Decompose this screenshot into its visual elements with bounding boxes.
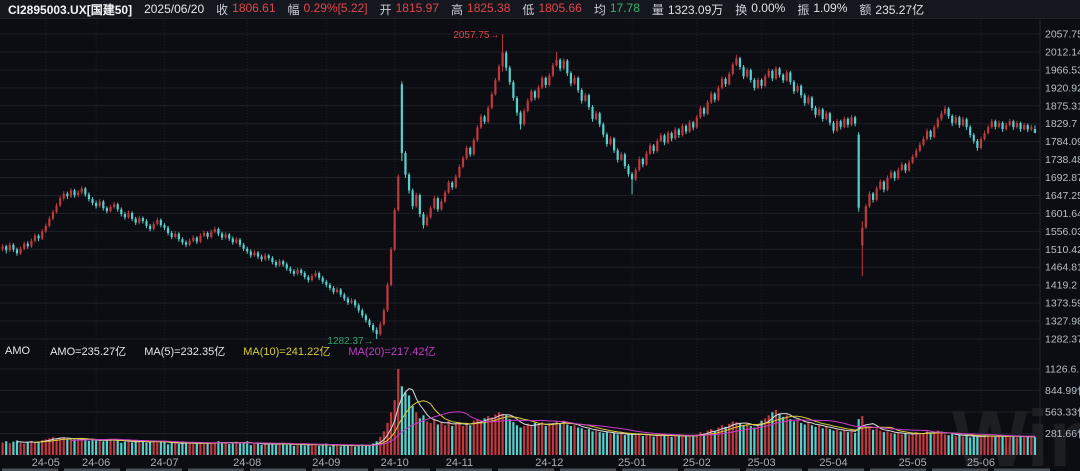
quote-field-amount: 额 235.27亿 [859,2,925,17]
candlestick-chart[interactable]: Wind2057.752012.141966.531920.921875.311… [0,0,1080,471]
svg-text:1875.31: 1875.31 [1045,100,1080,112]
svg-text:563.33亿: 563.33亿 [1045,406,1080,419]
x-axis-month-label: 24-05 [32,457,60,469]
quote-field-open: 开 1815.97 [379,0,440,17]
gridlines [0,20,1041,455]
quote-field-change: 幅 0.29%[5.22] [287,0,368,17]
axis-labels: 2057.75 2012.14 1966.53 1920.92 1875.31 1829.… [32,29,1080,470]
x-axis-month-label: 24-08 [233,457,261,469]
quote-field-turnover-rate: 换 0.00% [735,0,786,17]
volume-indicator-name[interactable]: AMO [5,345,30,357]
amo-ma20-value: MA(20)=217.42亿 [348,346,436,358]
svg-text:1126.6...: 1126.6... [1045,364,1080,376]
svg-text:1647.25: 1647.25 [1045,190,1080,202]
x-axis-month-label: 25-01 [618,457,646,469]
quote-topbar: CI2895003.UX[国建50] 2025/06/20 收 1806.61 幅… [0,0,1080,19]
quote-field-high: 高 1825.38 [451,0,511,17]
candles [1,34,1037,339]
x-axis-month-label: 25-06 [967,457,995,469]
svg-text:1829.7: 1829.7 [1045,118,1077,130]
svg-text:1464.81: 1464.81 [1045,262,1080,274]
x-axis-month-label: 24-07 [150,457,178,469]
quote-field-average: 均 17.78 [593,0,640,17]
instrument-symbol[interactable]: CI2895003.UX[国建50] [8,1,132,18]
svg-text:1692.87: 1692.87 [1045,172,1080,184]
svg-text:1373.59: 1373.59 [1045,298,1080,310]
amo-ma5-value: MA(5)=232.35亿 [144,346,226,358]
svg-text:1738.48: 1738.48 [1045,154,1080,166]
svg-text:1784.09: 1784.09 [1045,136,1080,148]
svg-text:2057.75: 2057.75 [1045,29,1080,41]
x-axis-month-label: 25-05 [899,457,927,469]
trading-terminal-chart-window: Wind2057.752012.141966.531920.921875.311… [0,0,1080,471]
x-axis-month-label: 24-09 [312,457,340,469]
highest-price-annotation: 2057.75→ [453,30,499,41]
x-axis-month-label: 25-03 [747,457,775,469]
svg-text:1601.64: 1601.64 [1045,208,1080,220]
svg-text:1920.92: 1920.92 [1045,82,1080,94]
volume-pane-legend: AMO AMO=235.27亿 MA(5)=232.35亿 MA(10)=241… [5,344,435,358]
x-axis-month-label: 25-02 [683,457,711,469]
quote-field-volume: 量 1323.09万 [651,2,724,17]
svg-text:2012.14: 2012.14 [1045,46,1080,58]
quote-date: 2025/06/20 [144,2,205,16]
svg-text:844.99亿: 844.99亿 [1045,384,1080,397]
x-axis-month-label: 24-06 [82,457,110,469]
volume-ma5-line [16,388,1035,447]
x-axis-month-label: 24-12 [535,457,563,469]
amo-ma10-value: MA(10)=241.22亿 [243,346,331,358]
svg-text:1556.03: 1556.03 [1045,226,1080,238]
svg-text:1510.42: 1510.42 [1045,244,1080,256]
amo-value: AMO=235.27亿 [50,346,127,358]
quote-field-close: 收 1806.61 [216,0,276,17]
x-axis-month-label: 24-10 [381,457,409,469]
svg-text:1282.37: 1282.37 [1045,334,1080,346]
svg-text:281.66亿: 281.66亿 [1045,427,1080,440]
x-axis-month-label: 24-11 [446,457,473,469]
svg-text:1966.53: 1966.53 [1045,64,1080,76]
quote-field-amplitude: 振 1.09% [797,0,848,17]
x-axis-month-label: 25-04 [819,457,847,469]
svg-text:1327.98: 1327.98 [1045,316,1080,328]
quote-field-low: 低 1805.66 [522,0,582,17]
svg-text:1419.2: 1419.2 [1045,280,1077,292]
